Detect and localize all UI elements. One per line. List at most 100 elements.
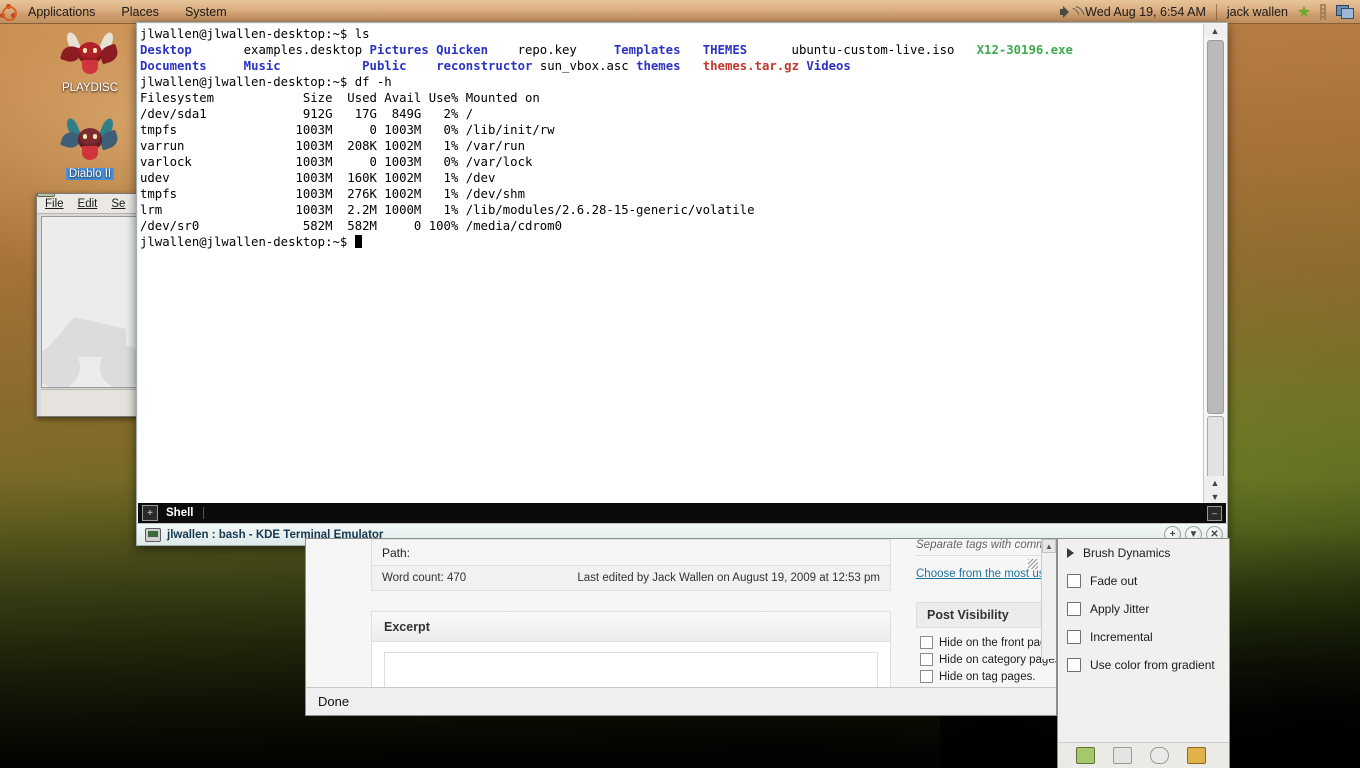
wp-choose-tags-link[interactable]: Choose from the most used [916, 568, 1056, 580]
scroll-down-icon[interactable]: ▼ [1204, 490, 1226, 504]
terminal-tab-bar: + Shell – [138, 503, 1226, 523]
brush-dynamics-label: Brush Dynamics [1083, 546, 1171, 560]
terminal-line: lrm 1003M 2.2M 1000M 1% /lib/modules/2.6… [140, 203, 755, 217]
scrollbar-thumb-secondary[interactable] [1207, 416, 1224, 480]
gnome-top-panel: Applications Places System Wed Aug 19, 6… [0, 0, 1360, 24]
new-tab-button[interactable]: + [142, 505, 158, 521]
panel-separator [1215, 3, 1217, 20]
wp-excerpt-panel: Excerpt [371, 611, 891, 687]
save-tool-options-icon[interactable] [1076, 747, 1095, 764]
terminal-line-ls-row2: Documents Music Public reconstructor sun… [140, 59, 851, 73]
terminal-cursor [354, 235, 362, 248]
wp-visibility-option[interactable]: Hide on category pages. [920, 651, 1056, 668]
reset-tool-options-icon[interactable] [1187, 747, 1206, 764]
gimp-canvas[interactable] [41, 216, 137, 388]
desktop-icon-diablo-ii[interactable]: Diablo II [40, 116, 140, 180]
diablo-ii-icon [59, 116, 121, 166]
checkbox-apply-jitter[interactable] [1067, 602, 1081, 616]
wp-excerpt-textarea[interactable] [384, 652, 878, 687]
checkbox-hide-category-pages[interactable] [920, 653, 933, 666]
terminal-scrollbar[interactable]: ▲ ▲ ▼ [1203, 24, 1226, 504]
wp-meta-row: Word count: 470 Last edited by Jack Wall… [371, 565, 891, 591]
scrollbar-thumb[interactable] [1207, 40, 1224, 414]
scroll-up-icon[interactable]: ▲ [1204, 24, 1226, 38]
wp-excerpt-body [372, 642, 890, 687]
gimp-menu-edit[interactable]: Edit [78, 198, 98, 210]
wp-excerpt-title: Excerpt [372, 612, 890, 642]
checkbox-fade-out[interactable] [1067, 574, 1081, 588]
terminal-line: udev 1003M 160K 1002M 1% /dev [140, 171, 496, 185]
panel-menu-system[interactable]: System [181, 3, 231, 21]
browser-status-bar: Done [306, 687, 1056, 715]
checkbox-label: Hide on category pages. [939, 653, 1056, 666]
tool-option-use-color-from-gradient[interactable]: Use color from gradient [1058, 651, 1229, 679]
wp-visibility-option[interactable]: Hide on tag pages. [920, 668, 1056, 685]
terminal-line: /dev/sda1 912G 17G 849G 2% / [140, 107, 474, 121]
panel-clock[interactable]: Wed Aug 19, 6:54 AM [1085, 5, 1206, 19]
browser-content-area[interactable]: Path: Word count: 470 Last edited by Jac… [306, 539, 1056, 687]
checkbox-incremental[interactable] [1067, 630, 1081, 644]
desktop-icon-label: Diablo II [65, 168, 115, 180]
volume-icon[interactable] [1059, 2, 1087, 23]
terminal-line: tmpfs 1003M 276K 1002M 1% /dev/shm [140, 187, 525, 201]
checkbox-hide-tag-pages[interactable] [920, 670, 933, 683]
panel-menu-applications[interactable]: Applications [24, 3, 99, 21]
wp-visibility-option[interactable]: Hide on the front page. [920, 634, 1056, 651]
checkbox-label: Hide on tag pages. [939, 670, 1036, 683]
tool-option-label: Apply Jitter [1090, 602, 1150, 616]
gimp-menu-select[interactable]: Se [111, 198, 125, 210]
wilber-watermark-icon [42, 273, 136, 387]
desktop-icon-label: PLAYDISC [61, 82, 119, 94]
terminal-line: jlwallen@jlwallen-desktop:~$ ls [140, 27, 370, 41]
terminal-line: varrun 1003M 208K 1002M 1% /var/run [140, 139, 525, 153]
panel-menu-places[interactable]: Places [117, 3, 163, 21]
ubuntu-logo-icon[interactable] [0, 3, 17, 21]
browser-window[interactable]: Path: Word count: 470 Last edited by Jac… [305, 538, 1057, 716]
browser-vertical-scrollbar[interactable]: ▲ [1041, 539, 1056, 659]
tool-option-incremental[interactable]: Incremental [1058, 623, 1229, 651]
terminal-screen[interactable]: jlwallen@jlwallen-desktop:~$ ls Desktop … [138, 24, 1206, 504]
browser-status-text: Done [318, 694, 350, 709]
gimp-menu-file[interactable]: File [45, 198, 64, 210]
delete-tool-options-icon[interactable] [1150, 747, 1169, 764]
wp-tags-hint: Separate tags with commas. [916, 539, 1056, 556]
terminal-prompt-line: jlwallen@jlwallen-desktop:~$ [140, 234, 1206, 250]
terminal-tabbar-minimize-button[interactable]: – [1207, 505, 1222, 521]
gimp-image-window[interactable]: GNU Image M File Edit Se [36, 193, 138, 417]
checkbox-use-color-from-gradient[interactable] [1067, 658, 1081, 672]
desktop-icon-playdisc[interactable]: PLAYDISC [40, 30, 140, 94]
leaf-icon[interactable] [1298, 5, 1310, 18]
panel-user-name[interactable]: jack wallen [1227, 5, 1288, 19]
terminal-tab-shell[interactable]: Shell [160, 507, 205, 519]
resize-grip-icon[interactable] [1028, 559, 1038, 569]
checkbox-hide-front-page[interactable] [920, 636, 933, 649]
tool-option-label: Incremental [1090, 630, 1153, 644]
scroll-up-icon[interactable]: ▲ [1042, 539, 1056, 553]
brush-dynamics-expander[interactable]: Brush Dynamics [1058, 539, 1229, 567]
terminal-line: Filesystem Size Used Avail Use% Mounted … [140, 91, 540, 105]
gimp-menu-bar: File Edit Se [37, 194, 137, 214]
wp-main-column: Path: Word count: 470 Last edited by Jac… [371, 539, 891, 687]
wp-path-row: Path: [371, 539, 891, 565]
konsole-terminal-window[interactable]: jlwallen@jlwallen-desktop:~$ ls Desktop … [136, 22, 1228, 546]
triangle-right-icon[interactable] [1067, 548, 1074, 558]
tool-option-label: Use color from gradient [1090, 658, 1215, 672]
restore-tool-options-icon[interactable] [1113, 747, 1132, 764]
grip-dots-icon[interactable] [1320, 3, 1326, 20]
gimp-window-title: GNU Image M [37, 194, 137, 197]
wp-path-label: Path: [382, 545, 411, 560]
wp-last-edited: Last edited by Jack Wallen on August 19,… [577, 572, 880, 584]
panel-menu-bar: Applications Places System [16, 3, 231, 21]
terminal-line: jlwallen@jlwallen-desktop:~$ df -h [140, 75, 392, 89]
tool-option-fade-out[interactable]: Fade out [1058, 567, 1229, 595]
scroll-down-icon-a[interactable]: ▲ [1204, 476, 1226, 490]
terminal-line-ls-row1: Desktop examples.desktop Pictures Quicke… [140, 43, 1073, 57]
wp-word-count: Word count: 470 [382, 572, 467, 584]
gimp-tool-options-dock[interactable]: Brush Dynamics Fade out Apply Jitter Inc… [1057, 538, 1230, 768]
tool-option-apply-jitter[interactable]: Apply Jitter [1058, 595, 1229, 623]
konsole-icon [145, 527, 161, 542]
terminal-line: varlock 1003M 0 1003M 0% /var/lock [140, 155, 533, 169]
wp-post-visibility-title: Post Visibility [916, 602, 1056, 628]
terminal-line: tmpfs 1003M 0 1003M 0% /lib/init/rw [140, 123, 555, 137]
workspace-switcher-icon[interactable] [1336, 4, 1354, 19]
